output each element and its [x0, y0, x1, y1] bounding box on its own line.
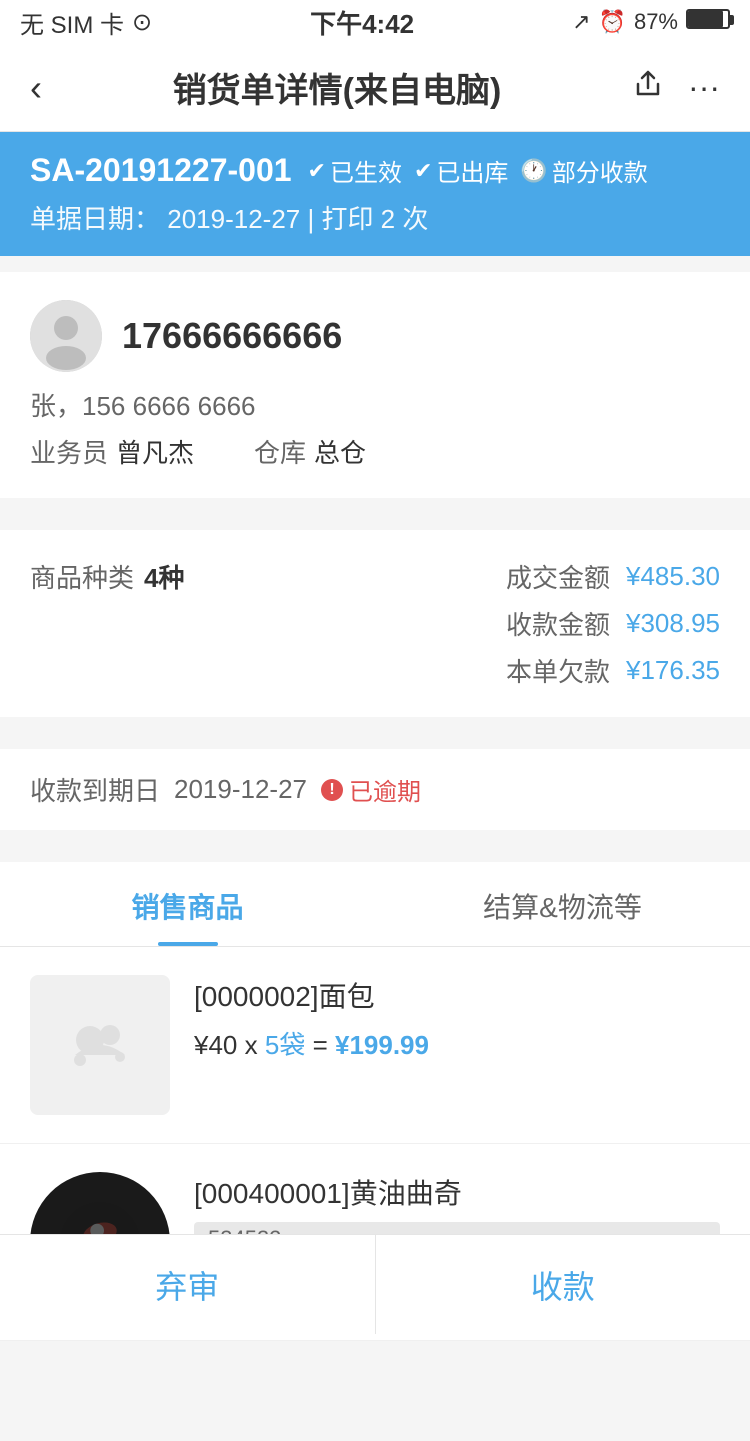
status-badge-3: 🕐 部分收款: [520, 153, 647, 188]
deal-amount-label: 成交金额: [506, 558, 610, 595]
product-total-1: ¥199.99: [335, 1030, 429, 1060]
clock-icon: 🕐: [520, 158, 547, 184]
product-base-price-1: ¥40: [194, 1030, 237, 1060]
product-thumb-1: [30, 975, 170, 1115]
check-icon-2: ✔: [414, 158, 432, 184]
order-banner: SA-20191227-001 ✔ 已生效 ✔ 已出库 🕐 部分收款 单据日期：…: [0, 132, 750, 256]
share-icon[interactable]: [632, 68, 664, 108]
product-name-2: [000400001]黄油曲奇: [194, 1172, 720, 1212]
avatar: [30, 300, 102, 372]
nav-actions: ···: [632, 68, 720, 108]
overdue-text: 已逾期: [349, 772, 421, 807]
overdue-badge: ! 已逾期: [321, 772, 421, 807]
battery-percent: 87%: [634, 9, 678, 35]
product-name-1: [0000002]面包: [194, 975, 720, 1015]
customer-name: 张，156 6666 6666: [30, 386, 720, 423]
category-label: 商品种类: [30, 558, 134, 595]
payment-due-section: 收款到期日 2019-12-27 ! 已逾期: [0, 749, 750, 830]
received-amount: ¥308.95: [626, 608, 720, 639]
battery-icon: [686, 9, 730, 35]
tab-settlement[interactable]: 结算&物流等: [375, 862, 750, 946]
due-label: 本单欠款: [506, 652, 610, 689]
status-badge-2: ✔ 已出库: [414, 153, 508, 188]
salesperson-label: 业务员: [30, 433, 108, 470]
status-time: 下午4:42: [310, 4, 414, 41]
back-button[interactable]: ‹: [30, 67, 42, 109]
bottom-bar: 弃审 收款: [0, 1234, 750, 1334]
more-icon[interactable]: ···: [688, 69, 720, 106]
overdue-icon: !: [321, 779, 343, 801]
divider-2: [0, 717, 750, 733]
page-title: 销货单详情(来自电脑): [173, 63, 502, 112]
warehouse-value: 总仓: [314, 433, 366, 470]
customer-phone: 17666666666: [122, 315, 342, 357]
bottom-spacer: [0, 1341, 750, 1441]
location-icon: ↗: [572, 9, 590, 35]
collect-button[interactable]: 收款: [376, 1235, 750, 1334]
status-left: 无 SIM 卡 ⊙: [20, 5, 152, 40]
deal-amount: ¥485.30: [626, 561, 720, 592]
category-value: 4种: [144, 558, 184, 595]
product-price-1: ¥40 x 5袋 = ¥199.99: [194, 1025, 720, 1062]
carrier-text: 无 SIM 卡: [20, 5, 124, 40]
order-date: 单据日期： 2019-12-27 | 打印 2 次: [30, 199, 720, 236]
check-icon-1: ✔: [308, 158, 326, 184]
salesperson-value: 曾凡杰: [116, 433, 194, 470]
warehouse-label: 仓库: [254, 433, 306, 470]
due-amount: ¥176.35: [626, 655, 720, 686]
wifi-icon: ⊙: [132, 8, 152, 37]
due-date-label: 收款到期日: [30, 771, 160, 808]
due-date-value: 2019-12-27: [174, 774, 307, 805]
customer-section: 17666666666 张，156 6666 6666 业务员 曾凡杰 仓库 总…: [0, 272, 750, 498]
reject-button[interactable]: 弃审: [0, 1235, 376, 1334]
status-bar: 无 SIM 卡 ⊙ 下午4:42 ↗ ⏰ 87%: [0, 0, 750, 44]
product-info-1: [0000002]面包 ¥40 x 5袋 = ¥199.99: [194, 975, 720, 1115]
divider-3: [0, 830, 750, 846]
status-right: ↗ ⏰ 87%: [572, 9, 730, 35]
tab-sales-products[interactable]: 销售商品: [0, 862, 375, 946]
tabs: 销售商品 结算&物流等: [0, 862, 750, 947]
product-item-1: [0000002]面包 ¥40 x 5袋 = ¥199.99: [0, 947, 750, 1144]
status-badge-1: ✔ 已生效: [308, 153, 402, 188]
nav-bar: ‹ 销货单详情(来自电脑) ···: [0, 44, 750, 132]
order-status-badges: ✔ 已生效 ✔ 已出库 🕐 部分收款: [308, 153, 648, 188]
product-qty-1: 5袋: [265, 1030, 305, 1060]
customer-meta: 业务员 曾凡杰 仓库 总仓: [30, 433, 720, 470]
divider-1: [0, 498, 750, 514]
alarm-icon: ⏰: [599, 9, 626, 35]
order-id: SA-20191227-001: [30, 152, 292, 189]
stats-section: 商品种类 4种 成交金额 ¥485.30 收款金额 ¥308.95 本单欠款 ¥…: [0, 530, 750, 717]
received-label: 收款金额: [506, 605, 610, 642]
